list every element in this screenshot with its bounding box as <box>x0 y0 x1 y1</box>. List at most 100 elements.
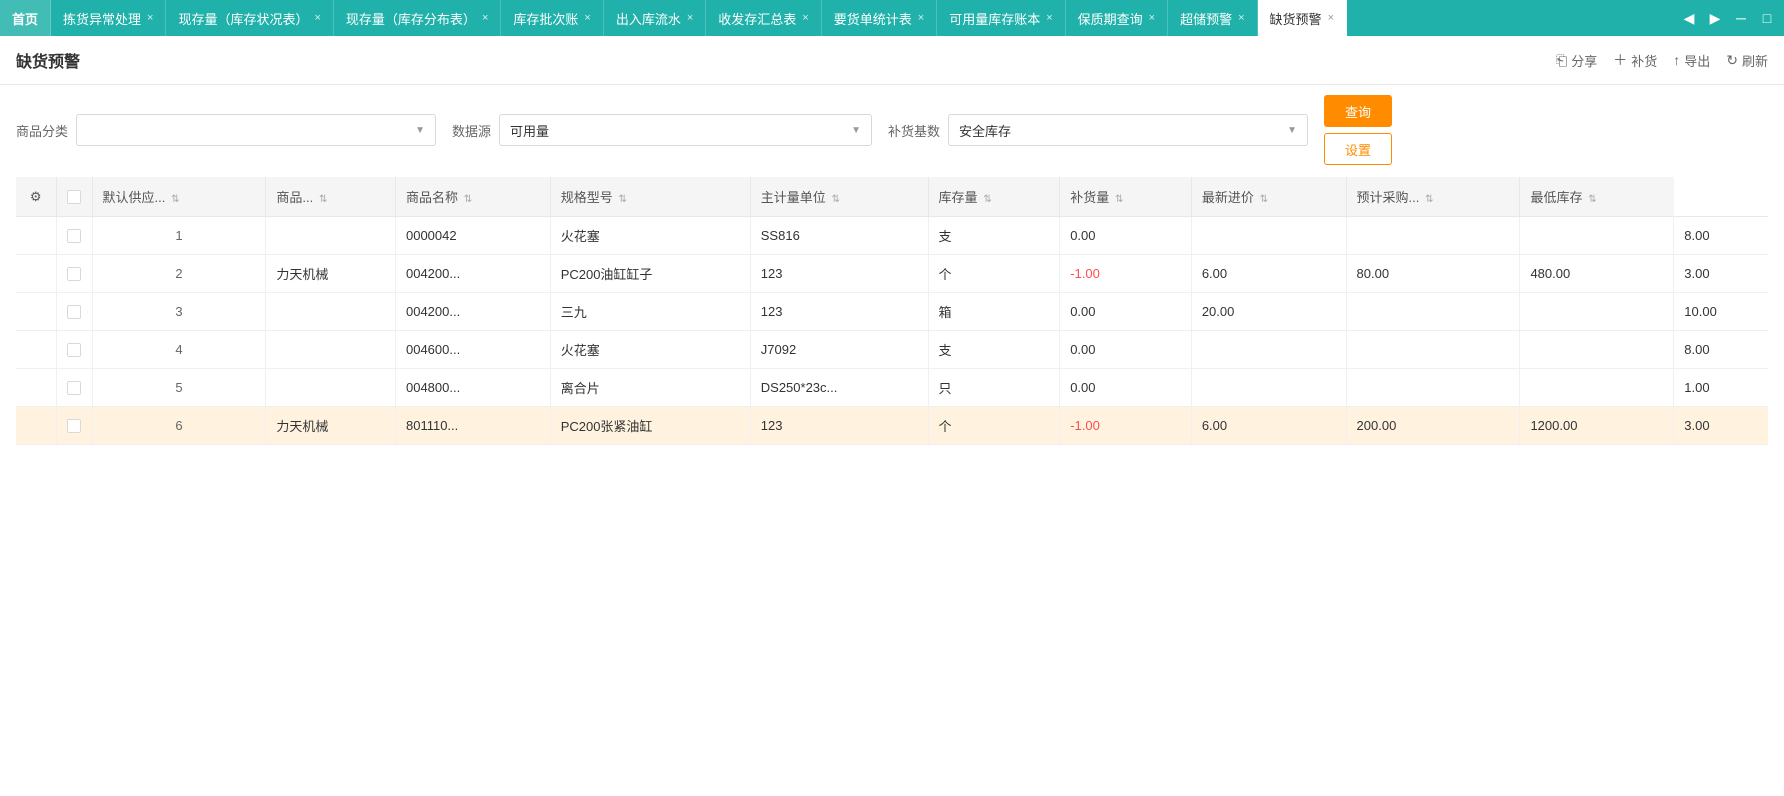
tab-inventory-status[interactable]: 现存量（库存状况表）× <box>166 0 333 36</box>
cell-unit-row4: 只 <box>928 369 1060 407</box>
tab-close-collect-summary[interactable]: × <box>802 12 808 24</box>
tab-abnormal[interactable]: 拣货异常处理× <box>51 0 166 36</box>
cell-latest_price-row4 <box>1346 369 1520 407</box>
table-body: 10000042火花塞SS816支0.008.002力天机械004200...P… <box>16 217 1768 445</box>
col-header-spec[interactable]: 规格型号 ⇅ <box>550 177 750 217</box>
sort-icon-restock_qty: ⇅ <box>1112 194 1123 205</box>
restock-button[interactable]: ＋补货 <box>1613 50 1657 70</box>
tab-minimize-button[interactable]: ─ <box>1728 5 1754 31</box>
tab-close-expiry[interactable]: × <box>1149 12 1155 24</box>
tab-expiry[interactable]: 保质期查询 × <box>1066 0 1168 36</box>
row-checkbox-1[interactable] <box>67 267 81 281</box>
tab-overstock[interactable]: 超储预警× <box>1168 0 1257 36</box>
col-header-latest_price[interactable]: 最新进价 ⇅ <box>1191 177 1346 217</box>
table-container: ⚙默认供应... ⇅商品... ⇅商品名称 ⇅规格型号 ⇅主计量单位 ⇅库存量 … <box>0 177 1784 445</box>
tab-inventory-dist[interactable]: 现存量（库存分布表）× <box>334 0 501 36</box>
cell-value-unit-row0: 支 <box>939 229 952 244</box>
row-checkbox-5[interactable] <box>67 419 81 433</box>
tab-collect-summary[interactable]: 收发存汇总表 × <box>706 0 821 36</box>
category-filter-group: 商品分类 ▼ <box>16 114 436 146</box>
tab-shortage[interactable]: 缺货预警× <box>1258 0 1347 36</box>
row-checkbox-0[interactable] <box>67 229 81 243</box>
table-row: 10000042火花塞SS816支0.008.00 <box>16 217 1768 255</box>
select-all-checkbox[interactable] <box>67 190 81 204</box>
cell-stock_qty-row4: 0.00 <box>1060 369 1192 407</box>
col-label-unit: 主计量单位 <box>761 190 826 205</box>
cell-default_supplier-row4 <box>266 369 396 407</box>
tab-close-abnormal[interactable]: × <box>147 12 153 24</box>
cell-restock_qty-row0 <box>1191 217 1346 255</box>
restock-label: 补货 <box>1631 51 1657 70</box>
tab-close-inout-flow[interactable]: × <box>687 12 693 24</box>
cell-spec-row3: J7092 <box>750 331 928 369</box>
restock-base-select[interactable]: 安全库存 ▼ <box>948 114 1308 146</box>
cell-check-row4 <box>56 369 92 407</box>
tab-maximize-button[interactable]: □ <box>1754 5 1780 31</box>
cell-product_code-row4: 004800... <box>395 369 550 407</box>
tab-close-shortage[interactable]: × <box>1328 12 1334 24</box>
tab-label-available-ledger: 可用量库存账本 <box>949 9 1040 28</box>
col-label-est_purchase: 预计采购... <box>1357 190 1420 205</box>
tab-close-inventory-status[interactable]: × <box>314 12 320 24</box>
col-label-default_supplier: 默认供应... <box>103 190 166 205</box>
col-header-min_stock[interactable]: 最低库存 ⇅ <box>1520 177 1674 217</box>
cell-value-unit-row2: 箱 <box>939 305 952 320</box>
col-header-product_name[interactable]: 商品名称 ⇅ <box>395 177 550 217</box>
cell-restock_qty-row1: 6.00 <box>1191 255 1346 293</box>
share-button[interactable]: ⎗分享 <box>1556 51 1597 70</box>
refresh-button[interactable]: ↻刷新 <box>1726 51 1768 70</box>
cell-default_supplier-row5: 力天机械 <box>266 407 396 445</box>
cell-value-est_purchase-row5: 1200.00 <box>1530 418 1577 433</box>
tab-close-batch-account[interactable]: × <box>584 12 590 24</box>
col-header-unit[interactable]: 主计量单位 ⇅ <box>750 177 928 217</box>
tab-nav-buttons: ◀ ▶ ─ □ <box>1676 5 1784 31</box>
row-checkbox-3[interactable] <box>67 343 81 357</box>
cell-value-stock_qty-row5: -1.00 <box>1070 418 1100 433</box>
cell-value-spec-row1: 123 <box>761 266 783 281</box>
gear-icon[interactable]: ⚙ <box>30 189 42 204</box>
cell-unit-row1: 个 <box>928 255 1060 293</box>
query-button[interactable]: 查询 <box>1324 95 1392 127</box>
tab-batch-account[interactable]: 库存批次账× <box>501 0 603 36</box>
export-button[interactable]: ↑导出 <box>1673 51 1710 70</box>
row-checkbox-2[interactable] <box>67 305 81 319</box>
restock-base-dropdown-icon: ▼ <box>1287 125 1297 136</box>
cell-value-unit-row5: 个 <box>939 419 952 434</box>
sort-icon-latest_price: ⇅ <box>1257 194 1268 205</box>
tab-close-available-ledger[interactable]: × <box>1046 12 1052 24</box>
tab-next-button[interactable]: ▶ <box>1702 5 1728 31</box>
cell-num-row1: 2 <box>92 255 266 293</box>
tab-label-collect-summary: 收发存汇总表 <box>718 9 796 28</box>
cell-value-min_stock-row3: 8.00 <box>1684 342 1709 357</box>
cell-value-stock_qty-row1: -1.00 <box>1070 266 1100 281</box>
tab-inout-flow[interactable]: 出入库流水× <box>604 0 706 36</box>
tab-close-demand-stat[interactable]: × <box>918 12 924 24</box>
settings-button[interactable]: 设置 <box>1324 133 1392 165</box>
col-label-product_name: 商品名称 <box>406 190 458 205</box>
cell-check-row5 <box>56 407 92 445</box>
tab-close-overstock[interactable]: × <box>1238 12 1244 24</box>
col-label-spec: 规格型号 <box>561 190 613 205</box>
col-header-restock_qty[interactable]: 补货量 ⇅ <box>1060 177 1192 217</box>
tab-available-ledger[interactable]: 可用量库存账本 × <box>937 0 1065 36</box>
category-select[interactable]: ▼ <box>76 114 436 146</box>
col-header-product_code[interactable]: 商品... ⇅ <box>266 177 396 217</box>
tab-label-expiry: 保质期查询 <box>1078 9 1143 28</box>
cell-value-product_code-row1: 004200... <box>406 266 460 281</box>
col-header-est_purchase[interactable]: 预计采购... ⇅ <box>1346 177 1520 217</box>
cell-value-product_code-row0: 0000042 <box>406 228 457 243</box>
tab-home[interactable]: 首页 <box>0 0 51 36</box>
col-header-stock_qty[interactable]: 库存量 ⇅ <box>928 177 1060 217</box>
cell-value-unit-row1: 个 <box>939 267 952 282</box>
tab-prev-button[interactable]: ◀ <box>1676 5 1702 31</box>
datasource-select-value: 可用量 <box>510 121 549 140</box>
tab-demand-stat[interactable]: 要货单统计表× <box>822 0 937 36</box>
tab-close-inventory-dist[interactable]: × <box>482 12 488 24</box>
row-checkbox-4[interactable] <box>67 381 81 395</box>
cell-num-row3: 4 <box>92 331 266 369</box>
cell-est_purchase-row5: 1200.00 <box>1520 407 1674 445</box>
datasource-select[interactable]: 可用量 ▼ <box>499 114 872 146</box>
table-row: 3004200...三九123箱0.0020.0010.00 <box>16 293 1768 331</box>
col-header-default_supplier[interactable]: 默认供应... ⇅ <box>92 177 266 217</box>
cell-stock_qty-row3: 0.00 <box>1060 331 1192 369</box>
